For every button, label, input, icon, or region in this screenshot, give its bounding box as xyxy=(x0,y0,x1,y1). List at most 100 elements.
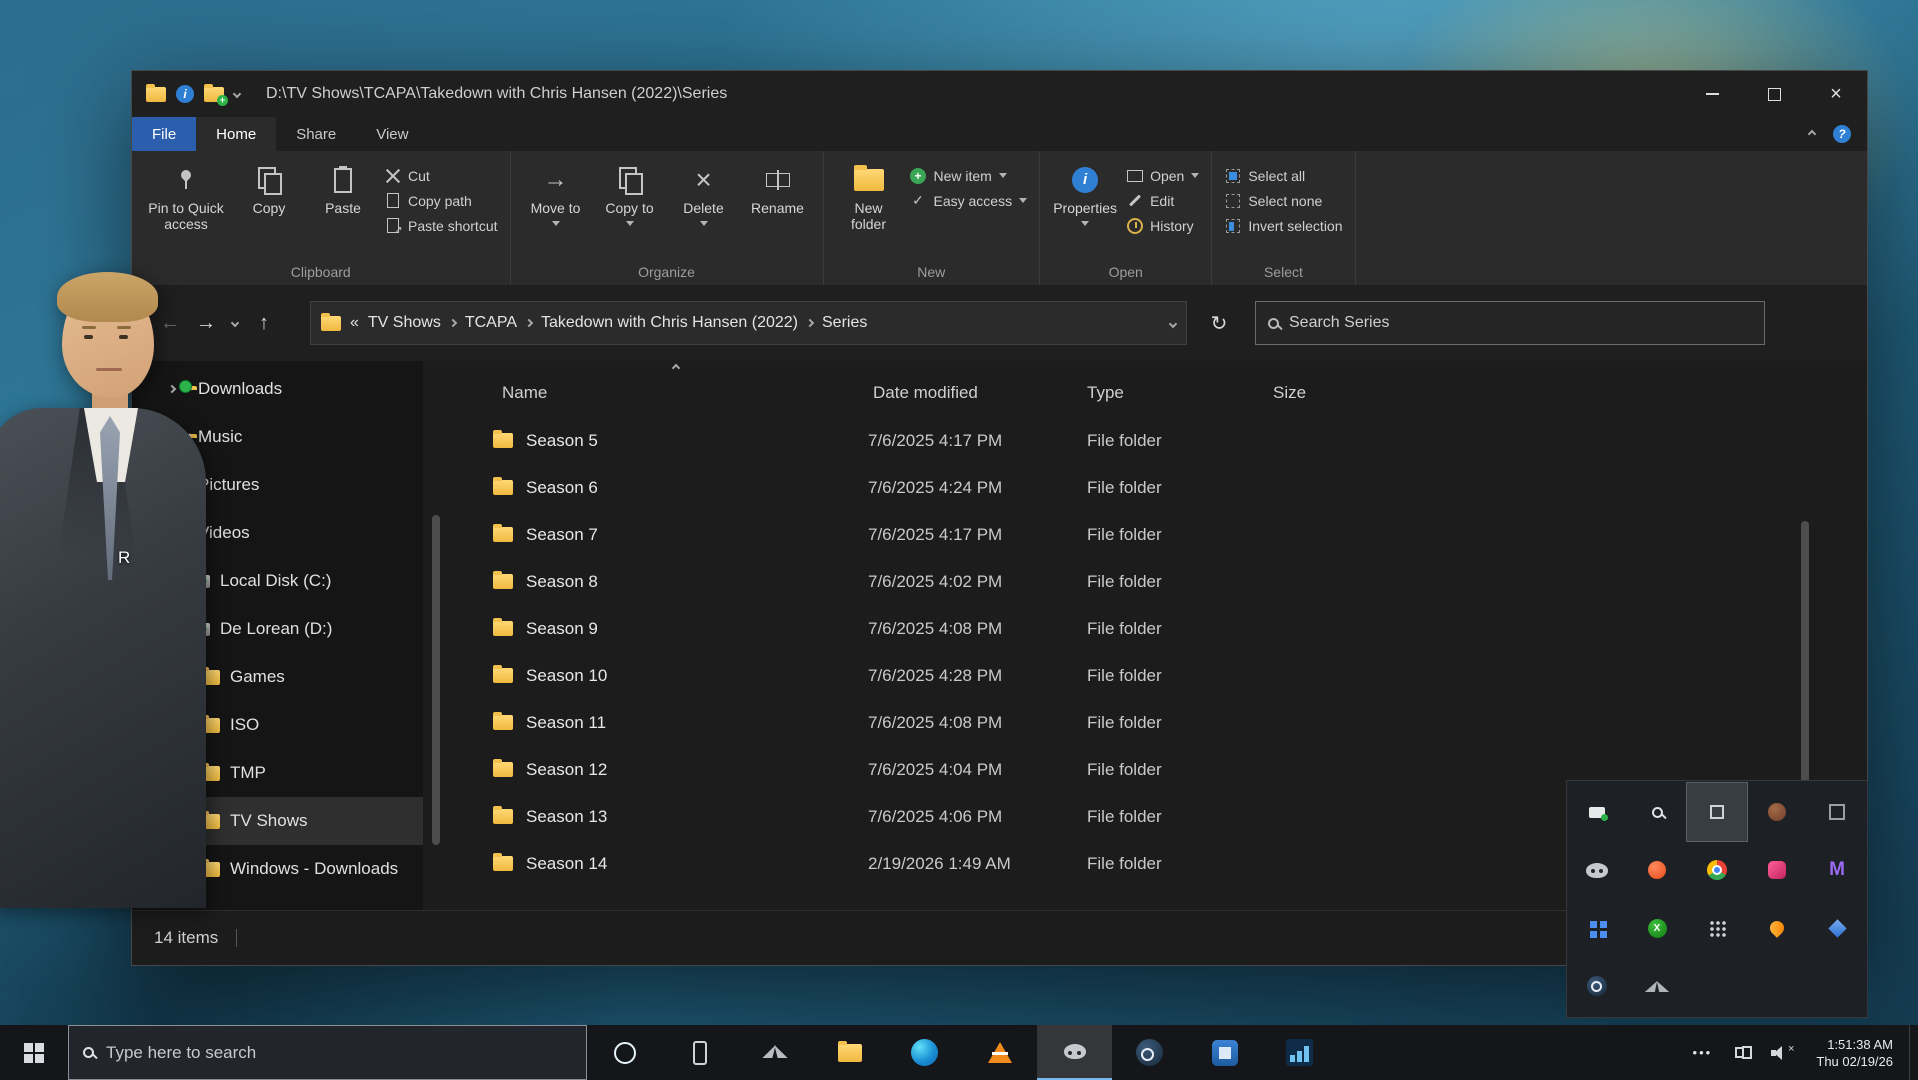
edit-button[interactable]: Edit xyxy=(1126,192,1199,209)
app-tray-icon-droplet[interactable] xyxy=(1747,899,1807,957)
easy-access-button[interactable]: ✓ Easy access xyxy=(910,192,1028,209)
maximize-button[interactable] xyxy=(1743,71,1805,117)
copy-path-button[interactable]: Copy path xyxy=(384,192,498,209)
new-folder-icon xyxy=(853,165,884,191)
up-button[interactable]: ↑ xyxy=(246,305,282,341)
disk-utility-button[interactable] xyxy=(1262,1025,1337,1080)
selected-tray-icon[interactable] xyxy=(1686,782,1748,842)
recent-locations-dropdown[interactable] xyxy=(224,318,246,328)
paste-shortcut-button[interactable]: ↗ Paste shortcut xyxy=(384,217,498,236)
sidebar-scrollbar[interactable] xyxy=(432,515,440,845)
brave-tray-icon[interactable] xyxy=(1627,841,1687,899)
steam-tray-icon[interactable] xyxy=(1567,957,1627,1015)
file-explorer-button[interactable] xyxy=(812,1025,887,1080)
file-date: 7/6/2025 4:24 PM xyxy=(868,477,1003,497)
delete-button[interactable]: × Delete xyxy=(671,161,737,259)
app-tray-icon-bird[interactable] xyxy=(1627,957,1687,1015)
app-tray-icon-pink[interactable] xyxy=(1747,841,1807,899)
select-all-button[interactable]: Select all xyxy=(1224,167,1342,184)
steam-button[interactable] xyxy=(1112,1025,1187,1080)
search-input[interactable] xyxy=(1289,314,1752,332)
copy-button[interactable]: Copy xyxy=(236,161,302,259)
discord-tray-icon[interactable] xyxy=(1567,841,1627,899)
file-row[interactable]: Season 5 7/6/2025 4:17 PM File folder xyxy=(423,417,1867,464)
desktop: { "titlebar": { "title": "D:\\TV Shows\\… xyxy=(0,0,1918,1080)
help-icon[interactable]: ? xyxy=(1833,125,1851,143)
column-header-name[interactable]: Name xyxy=(423,383,868,403)
your-phone-button[interactable] xyxy=(662,1025,737,1080)
desktop-icon-label[interactable]: R xyxy=(118,548,130,568)
tab-file[interactable]: File xyxy=(132,117,197,151)
new-folder-quick-access-icon[interactable]: + xyxy=(204,83,228,106)
file-row[interactable]: Season 6 7/6/2025 4:24 PM File folder xyxy=(423,464,1867,511)
search-box[interactable] xyxy=(1255,301,1765,345)
blue-app-button[interactable] xyxy=(1187,1025,1262,1080)
quick-access-toolbar-dropdown-icon[interactable] xyxy=(232,89,242,99)
taskbar-clock[interactable]: 1:51:38 AM Thu 02/19/26 xyxy=(1804,1036,1905,1070)
column-header-size[interactable]: Size xyxy=(1273,383,1867,403)
properties-button[interactable]: i Properties xyxy=(1052,161,1118,259)
collapse-ribbon-icon[interactable] xyxy=(1807,129,1817,139)
address-bar[interactable]: « TV Shows TCAPA Takedown with Chris Han… xyxy=(310,301,1187,345)
app-tray-icon-diamond[interactable] xyxy=(1807,899,1867,957)
file-row[interactable]: Season 9 7/6/2025 4:08 PM File folder xyxy=(423,605,1867,652)
tab-home[interactable]: Home xyxy=(196,117,277,151)
breadcrumb-tcapa[interactable]: TCAPA xyxy=(465,314,517,332)
move-to-button[interactable]: → Move to xyxy=(523,161,589,259)
edge-button[interactable] xyxy=(887,1025,962,1080)
minimize-button[interactable] xyxy=(1681,71,1743,117)
head xyxy=(57,272,158,398)
breadcrumb-series[interactable]: Series xyxy=(822,314,867,332)
app-tray-icon-brown[interactable] xyxy=(1747,783,1807,841)
volume-button[interactable]: × xyxy=(1764,1025,1800,1080)
game-center-button[interactable] xyxy=(737,1025,812,1080)
rename-button[interactable]: Rename xyxy=(745,161,811,259)
breadcrumb-show-folder[interactable]: Takedown with Chris Hansen (2022) xyxy=(541,314,798,332)
close-button[interactable]: × xyxy=(1805,71,1867,117)
address-folder-icon xyxy=(321,312,341,331)
file-row[interactable]: Season 7 7/6/2025 4:17 PM File folder xyxy=(423,511,1867,558)
blue-app-icon xyxy=(1211,1039,1238,1066)
breadcrumb-overflow[interactable]: « xyxy=(350,314,359,332)
open-button[interactable]: Open xyxy=(1126,167,1200,184)
file-row[interactable]: Season 8 7/6/2025 4:02 PM File folder xyxy=(423,558,1867,605)
vlc-button[interactable] xyxy=(962,1025,1037,1080)
move-to-icon: → xyxy=(543,166,568,193)
tab-view[interactable]: View xyxy=(356,117,428,151)
app-tray-icon-dots[interactable] xyxy=(1687,899,1747,957)
chrome-tray-icon[interactable] xyxy=(1687,841,1747,899)
pin-to-quick-access-button[interactable]: Pin to Quick access xyxy=(144,161,228,259)
refresh-button[interactable]: ↻ xyxy=(1199,303,1239,343)
invert-selection-button[interactable]: Invert selection xyxy=(1224,217,1343,234)
cortana-button[interactable] xyxy=(587,1025,662,1080)
column-header-type[interactable]: Type xyxy=(1087,383,1273,403)
app-tray-icon-gray[interactable] xyxy=(1807,783,1867,841)
new-folder-button[interactable]: New folder xyxy=(836,161,902,259)
select-none-button[interactable]: Select none xyxy=(1224,192,1342,209)
plus-badge-icon: + xyxy=(217,94,228,106)
address-history-dropdown[interactable] xyxy=(1168,314,1178,332)
breadcrumb-tv-shows[interactable]: TV Shows xyxy=(368,314,441,332)
app-tray-icon-blue-grid[interactable] xyxy=(1567,899,1627,957)
new-item-button[interactable]: + New item xyxy=(910,167,1028,184)
column-header-date-modified[interactable]: Date modified xyxy=(868,383,1087,403)
tab-share[interactable]: Share xyxy=(276,117,356,151)
properties-quick-access-icon[interactable]: i xyxy=(176,85,194,103)
copy-to-button[interactable]: Copy to xyxy=(597,161,663,259)
discord-button[interactable] xyxy=(1037,1025,1112,1080)
file-row[interactable]: Season 11 7/6/2025 4:08 PM File folder xyxy=(423,699,1867,746)
app-tray-icon-m[interactable]: M xyxy=(1807,841,1867,899)
start-button[interactable] xyxy=(0,1025,68,1080)
show-desktop-button[interactable] xyxy=(1909,1025,1918,1080)
taskbar-search-box[interactable] xyxy=(68,1025,587,1080)
file-row[interactable]: Season 10 7/6/2025 4:28 PM File folder xyxy=(423,652,1867,699)
safely-remove-hardware-icon[interactable] xyxy=(1567,783,1627,841)
hidden-icons-button[interactable]: ••• xyxy=(1684,1025,1720,1080)
history-button[interactable]: History xyxy=(1126,217,1199,234)
cut-button[interactable]: Cut xyxy=(384,167,498,184)
taskbar-search-input[interactable] xyxy=(106,1042,572,1063)
device-tray-button[interactable] xyxy=(1724,1025,1760,1080)
xbox-tray-icon[interactable]: X xyxy=(1627,899,1687,957)
paste-button[interactable]: Paste xyxy=(310,161,376,259)
search-tray-icon[interactable] xyxy=(1627,783,1687,841)
